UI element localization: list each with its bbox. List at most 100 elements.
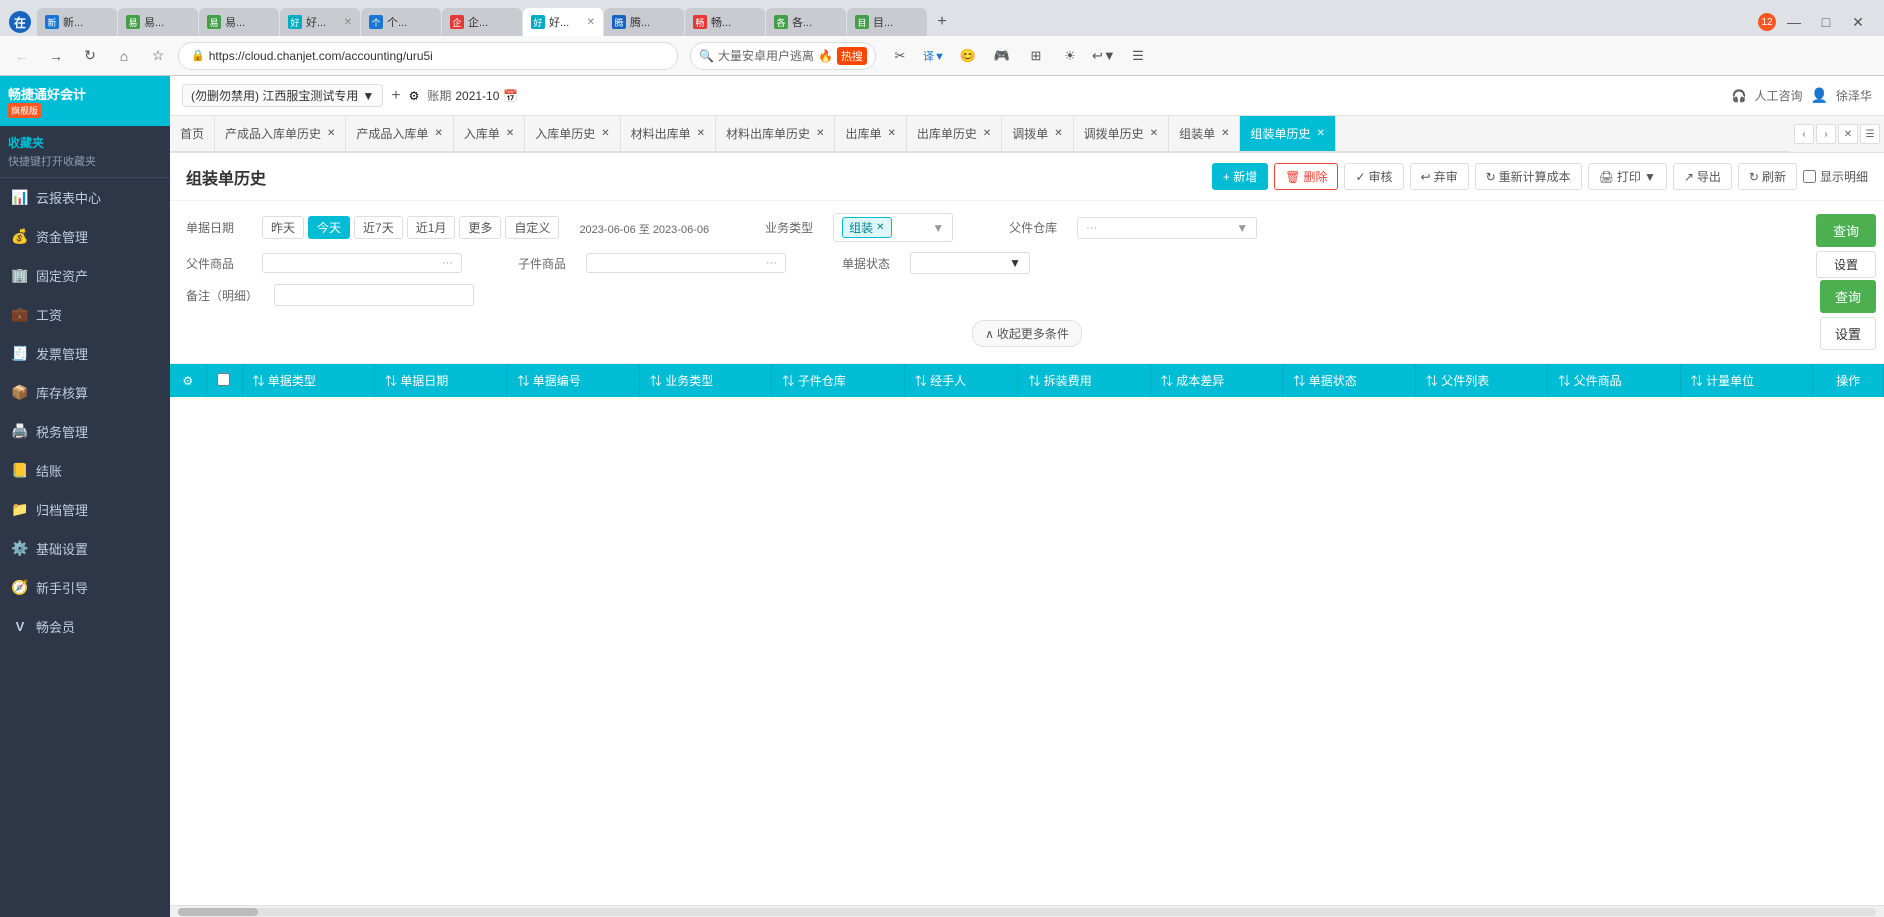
table-settings-col[interactable]: ⚙ — [170, 364, 206, 397]
tab-close-icon[interactable]: ✕ — [344, 17, 352, 28]
tab-close-icon[interactable]: ✕ — [887, 128, 895, 139]
translate-icon[interactable]: 译▼ — [920, 42, 948, 70]
col-uom[interactable]: ⇅ 计量单位 — [1680, 364, 1812, 397]
horizontal-scrollbar[interactable] — [170, 905, 1884, 917]
date-btn-today[interactable]: 今天 — [308, 216, 350, 239]
child-goods-more-icon[interactable]: ··· — [766, 257, 777, 269]
star-button[interactable]: ☆ — [144, 42, 172, 70]
approve-button[interactable]: ✓ 审核 — [1344, 163, 1403, 190]
detail-checkbox-input[interactable] — [1803, 170, 1816, 183]
col-bill-date[interactable]: ⇅ 单据日期 — [374, 364, 506, 397]
home-button[interactable]: ⌂ — [110, 42, 138, 70]
bill-status-dropdown[interactable]: ▼ — [910, 252, 1030, 274]
col-bill-status[interactable]: ⇅ 单据状态 — [1283, 364, 1415, 397]
tabs-nav-right[interactable]: › — [1816, 124, 1836, 144]
doc-tab-out[interactable]: 出库单 ✕ — [835, 116, 906, 152]
col-parent-goods[interactable]: ⇅ 父件商品 — [1548, 364, 1680, 397]
sun-icon[interactable]: ☀ — [1056, 42, 1084, 70]
forward-button[interactable]: → — [42, 42, 70, 70]
back-button[interactable]: ← — [8, 42, 36, 70]
doc-tab-in[interactable]: 入库单 ✕ — [454, 116, 525, 152]
browser-tab-5[interactable]: 好 好... ✕ — [280, 8, 360, 36]
export-button[interactable]: ↗ 导出 — [1673, 163, 1732, 190]
undo-icon[interactable]: ↩▼ — [1090, 42, 1118, 70]
print-button[interactable]: 🖨 打印 ▼ — [1588, 163, 1667, 190]
date-btn-yesterday[interactable]: 昨天 — [262, 216, 304, 239]
menu-icon[interactable]: ☰ — [1124, 42, 1152, 70]
note-input[interactable] — [274, 284, 474, 306]
delete-button[interactable]: 🗑 删除 — [1274, 163, 1338, 190]
sidebar-item-settings[interactable]: ⚙️ 基础设置 — [0, 529, 170, 568]
doc-tab-out-history[interactable]: 出库单历史 ✕ — [907, 116, 1002, 152]
new-tab-button[interactable]: + — [928, 8, 956, 36]
collapse-button[interactable]: ∧ 收起更多条件 — [972, 320, 1082, 347]
sidebar-item-cloud-reports[interactable]: 📊 云报表中心 — [0, 178, 170, 217]
doc-tab-product-in[interactable]: 产成品入库单 ✕ — [346, 116, 453, 152]
tab-close-icon[interactable]: ✕ — [601, 128, 609, 139]
col-bill-type[interactable]: ⇅ 单据类型 — [242, 364, 374, 397]
date-btn-custom[interactable]: 自定义 — [505, 216, 559, 239]
doc-tab-home[interactable]: 首页 — [170, 116, 215, 152]
scrollbar-thumb[interactable] — [178, 908, 258, 916]
unapprove-button[interactable]: ↩ 弃审 — [1410, 163, 1469, 190]
parent-warehouse-dropdown[interactable]: ▼ — [1236, 221, 1248, 235]
browser-tab-9[interactable]: 腾 腾... — [604, 8, 684, 36]
scissors-icon[interactable]: ✂ — [886, 42, 914, 70]
url-bar[interactable]: 🔒 https://cloud.chanjet.com/accounting/u… — [178, 42, 678, 70]
sidebar-item-vip[interactable]: V 畅会员 — [0, 607, 170, 646]
add-company-btn[interactable]: + — [391, 87, 400, 105]
browser-tab-10[interactable]: 畅 畅... — [685, 8, 765, 36]
col-disassemble-fee[interactable]: ⇅ 拆装费用 — [1018, 364, 1150, 397]
doc-tab-material-out-history[interactable]: 材料出库单历史 ✕ — [716, 116, 835, 152]
browser-tab-11[interactable]: 各 各... — [766, 8, 846, 36]
col-cost-diff[interactable]: ⇅ 成本差异 — [1150, 364, 1282, 397]
query-btn-fixed[interactable]: 查询 — [1820, 280, 1876, 313]
settings-btn-fixed[interactable]: 设置 — [1820, 317, 1876, 350]
show-detail-checkbox[interactable]: 显示明细 — [1803, 168, 1868, 185]
game-icon[interactable]: 🎮 — [988, 42, 1016, 70]
add-button[interactable]: + 新增 — [1212, 163, 1268, 190]
query-button[interactable]: 查询 — [1816, 214, 1876, 247]
browser-tab-6[interactable]: 个 个... — [361, 8, 441, 36]
sidebar-item-closing[interactable]: 📒 结账 — [0, 451, 170, 490]
browser-tab-3[interactable]: 易 易... — [118, 8, 198, 36]
sidebar-item-fixed-assets[interactable]: 🏢 固定资产 — [0, 256, 170, 295]
biz-type-tag-close[interactable]: ✕ — [876, 222, 884, 233]
browser-tab-8[interactable]: 好 好... ✕ — [523, 8, 603, 36]
browser-tab-4[interactable]: 易 易... — [199, 8, 279, 36]
tabs-menu[interactable]: ☰ — [1860, 124, 1880, 144]
tab-close-icon[interactable]: ✕ — [816, 128, 824, 139]
company-selector[interactable]: (勿删勿禁用) 江西服宝测试专用 ▼ — [182, 84, 383, 107]
grid-icon[interactable]: ⊞ — [1022, 42, 1050, 70]
tab-close-icon[interactable]: ✕ — [587, 17, 595, 28]
minimize-button[interactable]: — — [1780, 8, 1808, 36]
col-biz-type[interactable]: ⇅ 业务类型 — [639, 364, 771, 397]
parent-warehouse-more[interactable]: ··· — [1086, 222, 1097, 234]
parent-goods-more-icon[interactable]: ··· — [442, 257, 453, 269]
sidebar-item-finance[interactable]: 💰 资金管理 — [0, 217, 170, 256]
doc-tab-assemble[interactable]: 组装单 ✕ — [1169, 116, 1240, 152]
browser-tab-7[interactable]: 企 企... — [442, 8, 522, 36]
consult-label[interactable]: 人工咨询 — [1755, 87, 1803, 104]
calendar-icon[interactable]: 📅 — [503, 89, 518, 103]
tab-close-icon[interactable]: ✕ — [506, 128, 514, 139]
sidebar-item-invoice[interactable]: 🧾 发票管理 — [0, 334, 170, 373]
browser-tab-2[interactable]: 新 新... — [37, 8, 117, 36]
tab-close-icon[interactable]: ✕ — [1054, 128, 1062, 139]
date-btn-7days[interactable]: 近7天 — [354, 216, 403, 239]
sidebar-item-archive[interactable]: 📁 归档管理 — [0, 490, 170, 529]
tab-close-icon[interactable]: ✕ — [1317, 128, 1325, 139]
tab-close-icon[interactable]: ✕ — [1150, 128, 1158, 139]
doc-tab-product-in-history[interactable]: 产成品入库单历史 ✕ — [215, 116, 346, 152]
doc-tab-assemble-history[interactable]: 组装单历史 ✕ — [1240, 116, 1335, 152]
col-handler[interactable]: ⇅ 经手人 — [904, 364, 1018, 397]
col-parent-list[interactable]: ⇅ 父件列表 — [1415, 364, 1547, 397]
recalc-button[interactable]: ↻ 重新计算成本 — [1475, 163, 1582, 190]
tabs-nav-left[interactable]: ‹ — [1794, 124, 1814, 144]
filter-settings-button[interactable]: 设置 — [1816, 251, 1876, 278]
emoji-icon[interactable]: 😊 — [954, 42, 982, 70]
sidebar-item-payroll[interactable]: 💼 工资 — [0, 295, 170, 334]
settings-gear-btn[interactable]: ⚙ — [409, 89, 420, 103]
refresh-nav-button[interactable]: ↻ — [76, 42, 104, 70]
col-child-warehouse[interactable]: ⇅ 子件仓库 — [772, 364, 904, 397]
